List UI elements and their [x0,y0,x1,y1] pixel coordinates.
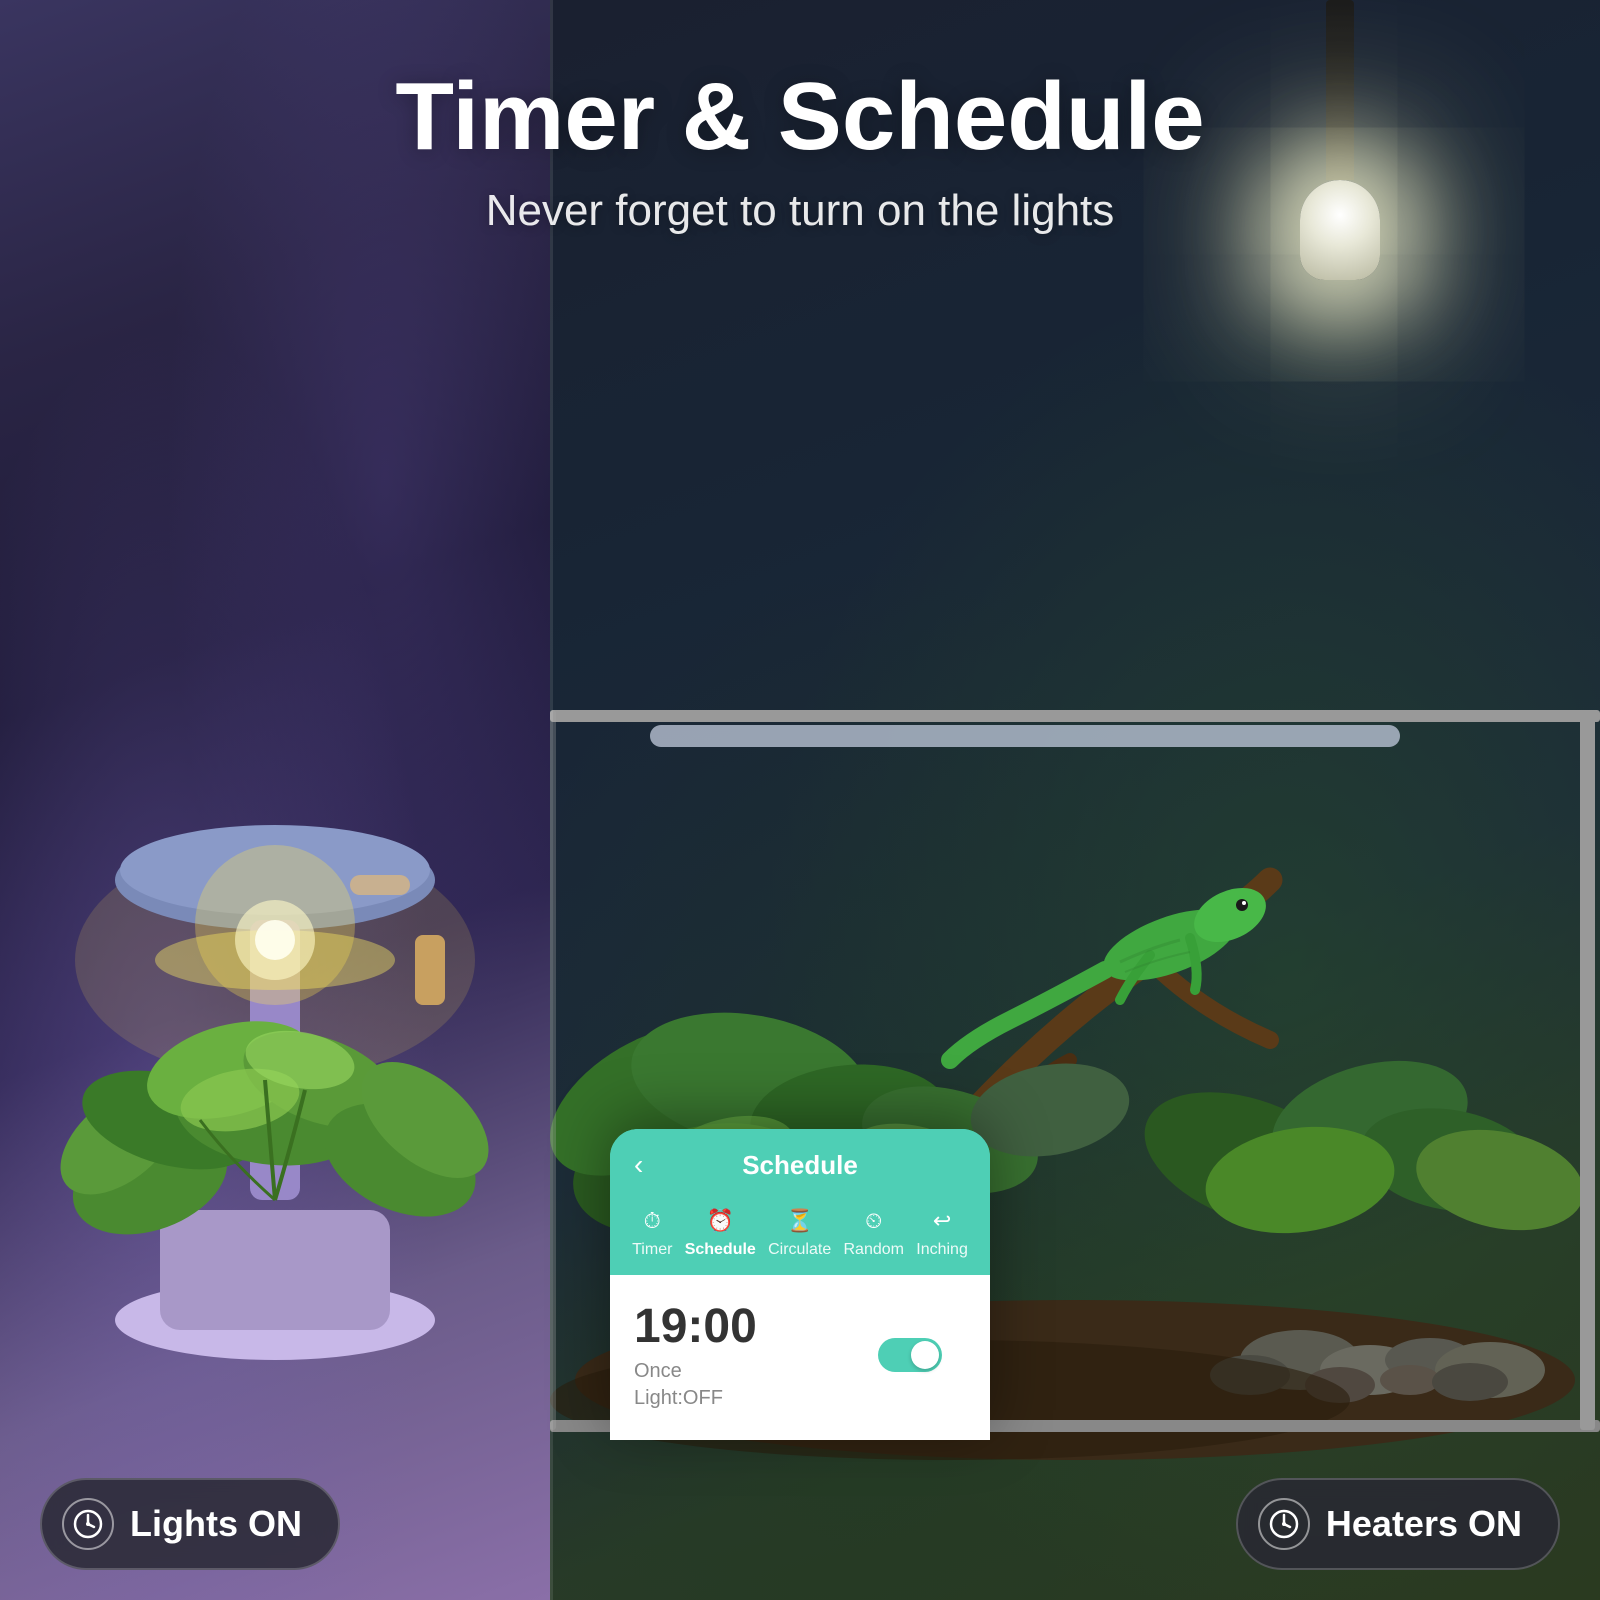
schedule-info: 19:00 Once Light:OFF [634,1299,757,1410]
heaters-clock-icon [1258,1498,1310,1550]
tab-inching[interactable]: ↩ Inching [916,1205,968,1259]
page-container: Timer & Schedule Never forget to turn on… [0,0,1600,1600]
lights-clock-icon [62,1498,114,1550]
phone-title: Schedule [742,1150,858,1181]
schedule-row: 19:00 Once Light:OFF [634,1299,966,1410]
phone-tabs: ⏱ Timer ⏰ Schedule ⏳ Circulate ⏲ Random … [610,1197,990,1275]
tab-random[interactable]: ⏲ Random [844,1205,904,1259]
phone-content: 19:00 Once Light:OFF [610,1275,990,1440]
lights-on-label: Lights ON [130,1503,302,1545]
schedule-label: Schedule [685,1241,756,1259]
timer-icon: ⏱ [636,1205,668,1237]
plant-device-illustration [30,760,520,1460]
bottom-buttons-container: Lights ON Heaters ON [0,1478,1600,1570]
schedule-repeat: Once [634,1360,757,1383]
tab-timer[interactable]: ⏱ Timer [632,1205,672,1259]
heaters-on-label: Heaters ON [1326,1503,1522,1545]
circulate-label: Circulate [768,1241,831,1259]
lights-on-button[interactable]: Lights ON [40,1478,340,1570]
random-icon: ⏲ [858,1205,890,1237]
page-subtitle: Never forget to turn on the lights [486,186,1115,236]
timer-label: Timer [632,1241,672,1259]
schedule-action: Light:OFF [634,1387,757,1410]
inching-label: Inching [916,1241,968,1259]
toggle-container [878,1338,942,1372]
toggle-knob [911,1341,939,1369]
schedule-toggle[interactable] [878,1338,942,1372]
heaters-on-button[interactable]: Heaters ON [1236,1478,1560,1570]
phone-header: ‹ Schedule [610,1129,990,1197]
page-title: Timer & Schedule [395,64,1204,170]
inching-icon: ↩ [926,1205,958,1237]
schedule-time: 19:00 [634,1299,757,1354]
header-area: Timer & Schedule Never forget to turn on… [0,0,1600,300]
schedule-icon: ⏰ [704,1205,736,1237]
tab-schedule[interactable]: ⏰ Schedule [685,1205,756,1259]
back-button[interactable]: ‹ [634,1149,643,1181]
schedule-phone-ui: ‹ Schedule ⏱ Timer ⏰ Schedule ⏳ Circulat… [610,1129,990,1440]
tab-circulate[interactable]: ⏳ Circulate [768,1205,831,1259]
random-label: Random [844,1241,904,1259]
circulate-icon: ⏳ [784,1205,816,1237]
